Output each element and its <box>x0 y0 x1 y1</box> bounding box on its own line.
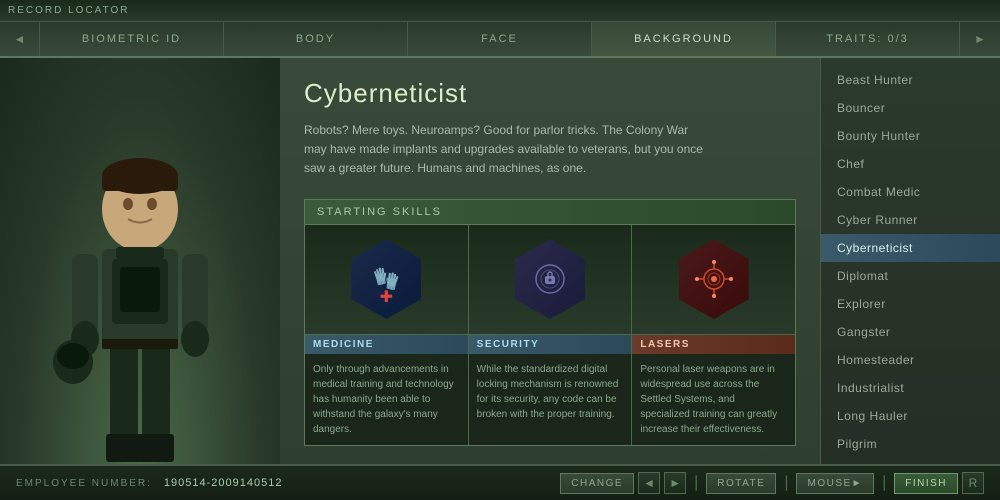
prev-arrow-button[interactable]: ◄ <box>638 472 660 494</box>
finish-button[interactable]: FINISH <box>894 473 958 494</box>
bg-item-diplomat[interactable]: Diplomat <box>821 262 1000 290</box>
skill-medicine-desc: Only through advancements in medical tra… <box>305 354 468 445</box>
background-list: Beast Hunter Bouncer Bounty Hunter Chef … <box>820 58 1000 464</box>
separator3: | <box>882 474 886 492</box>
bg-item-homesteader[interactable]: Homesteader <box>821 346 1000 374</box>
nav-right-arrow[interactable]: ► <box>960 22 1000 56</box>
skills-section: STARTING SKILLS 🧤 ✚ MEDICINE Only throug… <box>304 199 796 446</box>
tab-traits[interactable]: TRAITS: 0/3 <box>776 22 960 56</box>
skills-header: STARTING SKILLS <box>305 200 795 225</box>
badge-lasers <box>679 239 749 319</box>
bg-item-beast-hunter[interactable]: Beast Hunter <box>821 66 1000 94</box>
tab-background[interactable]: BACKGROUND <box>592 22 776 56</box>
nav-tabs: ◄ BIOMETRIC ID BODY FACE BACKGROUND TRAI… <box>0 22 1000 58</box>
skill-security-icon-area <box>469 225 632 335</box>
skill-security-desc: While the standardized digital locking m… <box>469 354 632 445</box>
employee-label: EMPLOYEE NUMBER: <box>16 478 152 489</box>
bg-item-long-hauler[interactable]: Long Hauler <box>821 402 1000 430</box>
bg-item-pilgrim[interactable]: Pilgrim <box>821 430 1000 458</box>
badge-medicine: 🧤 ✚ <box>351 239 421 319</box>
main-content: Cyberneticist Robots? Mere toys. Neuroam… <box>0 58 1000 464</box>
lock-icon <box>532 259 568 299</box>
character-panel <box>0 58 280 464</box>
bg-item-gangster[interactable]: Gangster <box>821 318 1000 346</box>
skill-lasers: LASERS Personal laser weapons are in wid… <box>632 225 795 445</box>
finish-key: R <box>962 472 984 494</box>
skill-medicine-name: MEDICINE <box>305 335 468 354</box>
skill-security-name: SECURITY <box>469 335 632 354</box>
bottom-bar: EMPLOYEE NUMBER: 190514-2009140512 CHANG… <box>0 464 1000 500</box>
background-title: Cyberneticist <box>304 78 796 109</box>
bg-item-explorer[interactable]: Explorer <box>821 290 1000 318</box>
skills-grid: 🧤 ✚ MEDICINE Only through advancements i… <box>305 225 795 445</box>
background-description: Robots? Mere toys. Neuroamps? Good for p… <box>304 121 704 179</box>
tab-biometric[interactable]: BIOMETRIC ID <box>40 22 224 56</box>
bg-item-cyberneticist[interactable]: Cyberneticist <box>821 234 1000 262</box>
record-locator-title: RECORD LOCATOR <box>8 5 130 16</box>
nav-left-arrow[interactable]: ◄ <box>0 22 40 56</box>
skill-medicine: 🧤 ✚ MEDICINE Only through advancements i… <box>305 225 469 445</box>
separator2: | <box>784 474 788 492</box>
rotate-button[interactable]: ROTATE <box>706 473 776 494</box>
employee-number: 190514-2009140512 <box>164 477 283 489</box>
character-figure <box>30 104 250 464</box>
bg-item-industrialist[interactable]: Industrialist <box>821 374 1000 402</box>
bottom-buttons: CHANGE ◄ ► | ROTATE | MOUSE► | FINISH R <box>560 472 984 494</box>
tab-face[interactable]: FACE <box>408 22 592 56</box>
laser-icon <box>695 258 733 300</box>
separator1: | <box>694 474 698 492</box>
next-arrow-button[interactable]: ► <box>664 472 686 494</box>
skill-security: SECURITY While the standardized digital … <box>469 225 633 445</box>
badge-security <box>515 239 585 319</box>
mouse-button[interactable]: MOUSE► <box>796 473 874 494</box>
bg-item-bouncer[interactable]: Bouncer <box>821 94 1000 122</box>
bg-item-cyber-runner[interactable]: Cyber Runner <box>821 206 1000 234</box>
skill-medicine-icon-area: 🧤 ✚ <box>305 225 468 335</box>
change-button[interactable]: CHANGE <box>560 473 634 494</box>
tab-body[interactable]: BODY <box>224 22 408 56</box>
skill-lasers-icon-area <box>632 225 795 335</box>
top-bar: RECORD LOCATOR <box>0 0 1000 22</box>
skill-lasers-name: LASERS <box>632 335 795 354</box>
bg-item-combat-medic[interactable]: Combat Medic <box>821 178 1000 206</box>
skill-lasers-desc: Personal laser weapons are in widespread… <box>632 354 795 445</box>
info-panel: Cyberneticist Robots? Mere toys. Neuroam… <box>280 58 820 464</box>
bg-item-bounty-hunter[interactable]: Bounty Hunter <box>821 122 1000 150</box>
bg-item-chef[interactable]: Chef <box>821 150 1000 178</box>
